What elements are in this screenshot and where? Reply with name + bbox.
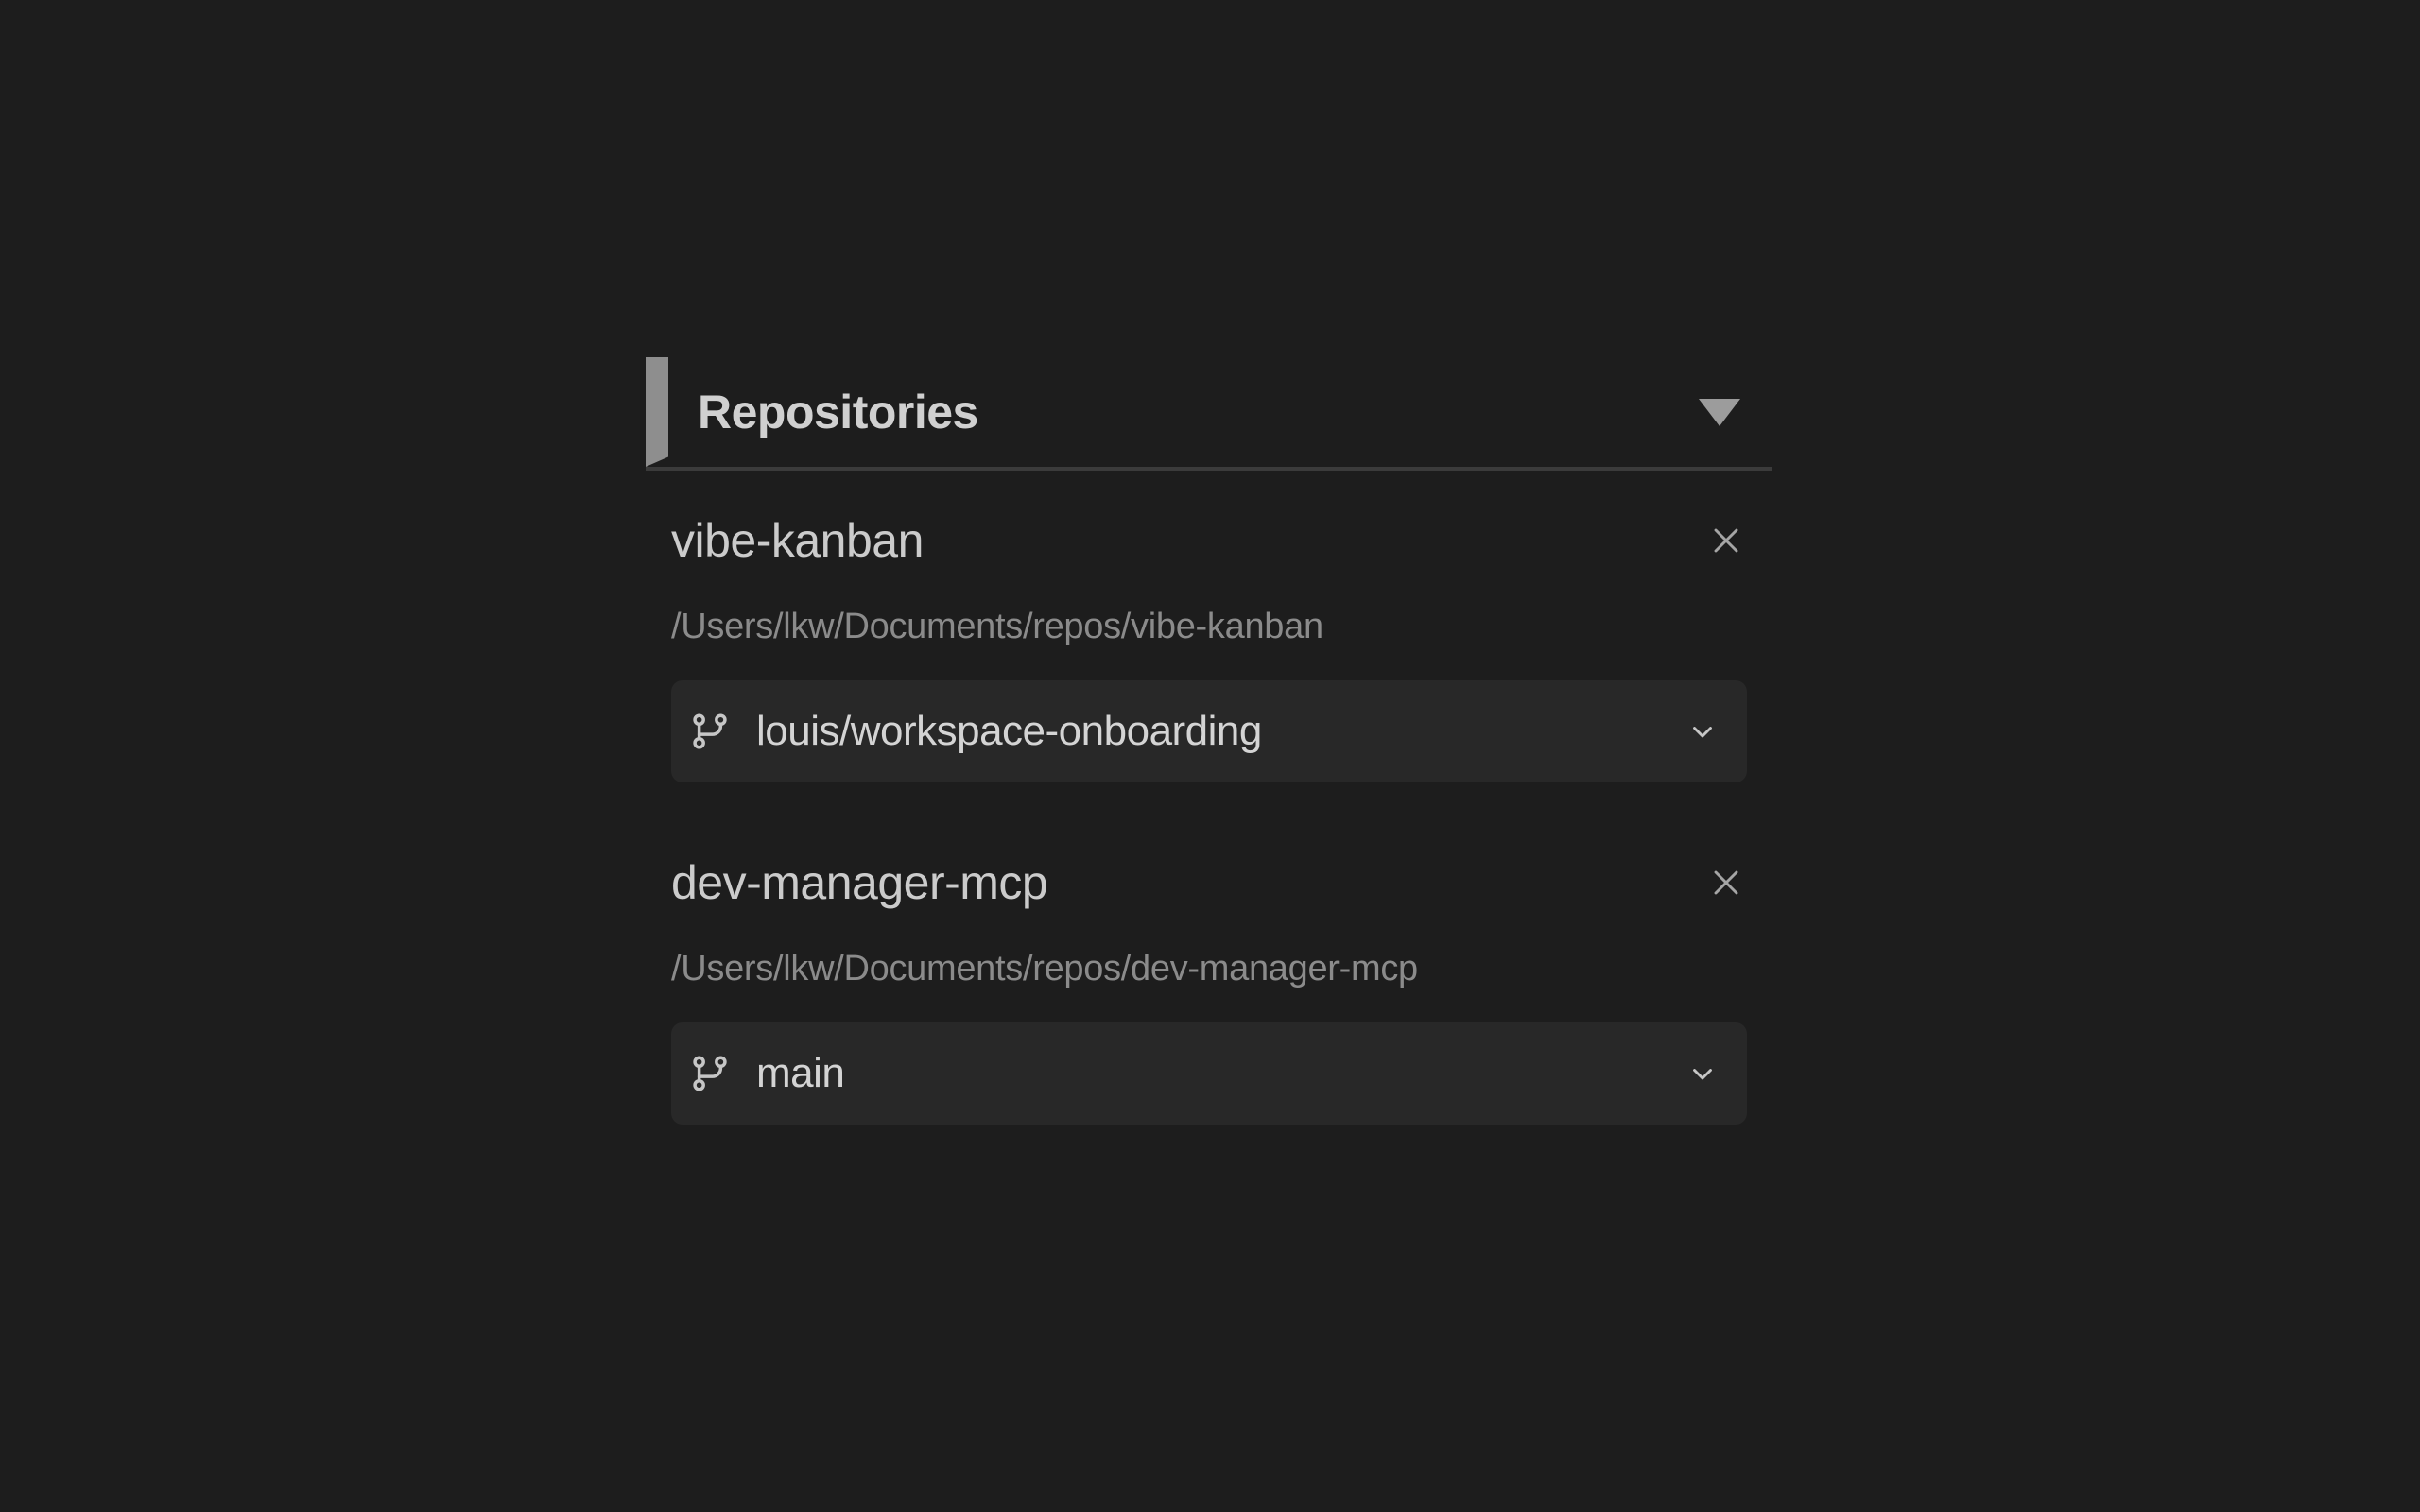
repo-path: /Users/lkw/Documents/repos/vibe-kanban — [671, 607, 1323, 646]
git-branch-icon — [693, 713, 727, 749]
chevron-down-icon — [1693, 1069, 1712, 1080]
git-branch-icon — [693, 1056, 727, 1091]
repo-name: dev-manager-mcp — [671, 856, 1048, 909]
repositories-panel: Repositories vibe-kanban /Users/lkw/Docu… — [646, 357, 1772, 1125]
triangle-down-icon — [1699, 398, 1740, 426]
repo-path: /Users/lkw/Documents/repos/dev-manager-m… — [671, 949, 1418, 988]
branch-name: louis/workspace-onboarding — [756, 708, 1262, 754]
collapse-section-button[interactable] — [1693, 393, 1746, 432]
repo-name: vibe-kanban — [671, 514, 924, 567]
repositories-list: vibe-kanban /Users/lkw/Documents/repos/v… — [646, 512, 1772, 1125]
branch-selector[interactable]: louis/workspace-onboarding — [671, 680, 1747, 782]
repo-card: dev-manager-mcp /Users/lkw/Documents/rep… — [671, 854, 1747, 1125]
repo-card: vibe-kanban /Users/lkw/Documents/repos/v… — [671, 512, 1747, 782]
repo-title-row: dev-manager-mcp — [671, 854, 1747, 911]
chevron-down-icon — [1693, 727, 1712, 738]
branch-selector[interactable]: main — [671, 1022, 1747, 1125]
remove-repo-button[interactable] — [1705, 862, 1747, 903]
remove-repo-button[interactable] — [1705, 520, 1747, 561]
repositories-header: Repositories — [646, 357, 1772, 471]
close-icon — [1714, 528, 1738, 553]
close-icon — [1714, 870, 1738, 895]
header-accent-bar — [646, 357, 668, 467]
panel-title: Repositories — [698, 386, 978, 438]
branch-name: main — [756, 1050, 845, 1096]
repo-title-row: vibe-kanban — [671, 512, 1747, 569]
